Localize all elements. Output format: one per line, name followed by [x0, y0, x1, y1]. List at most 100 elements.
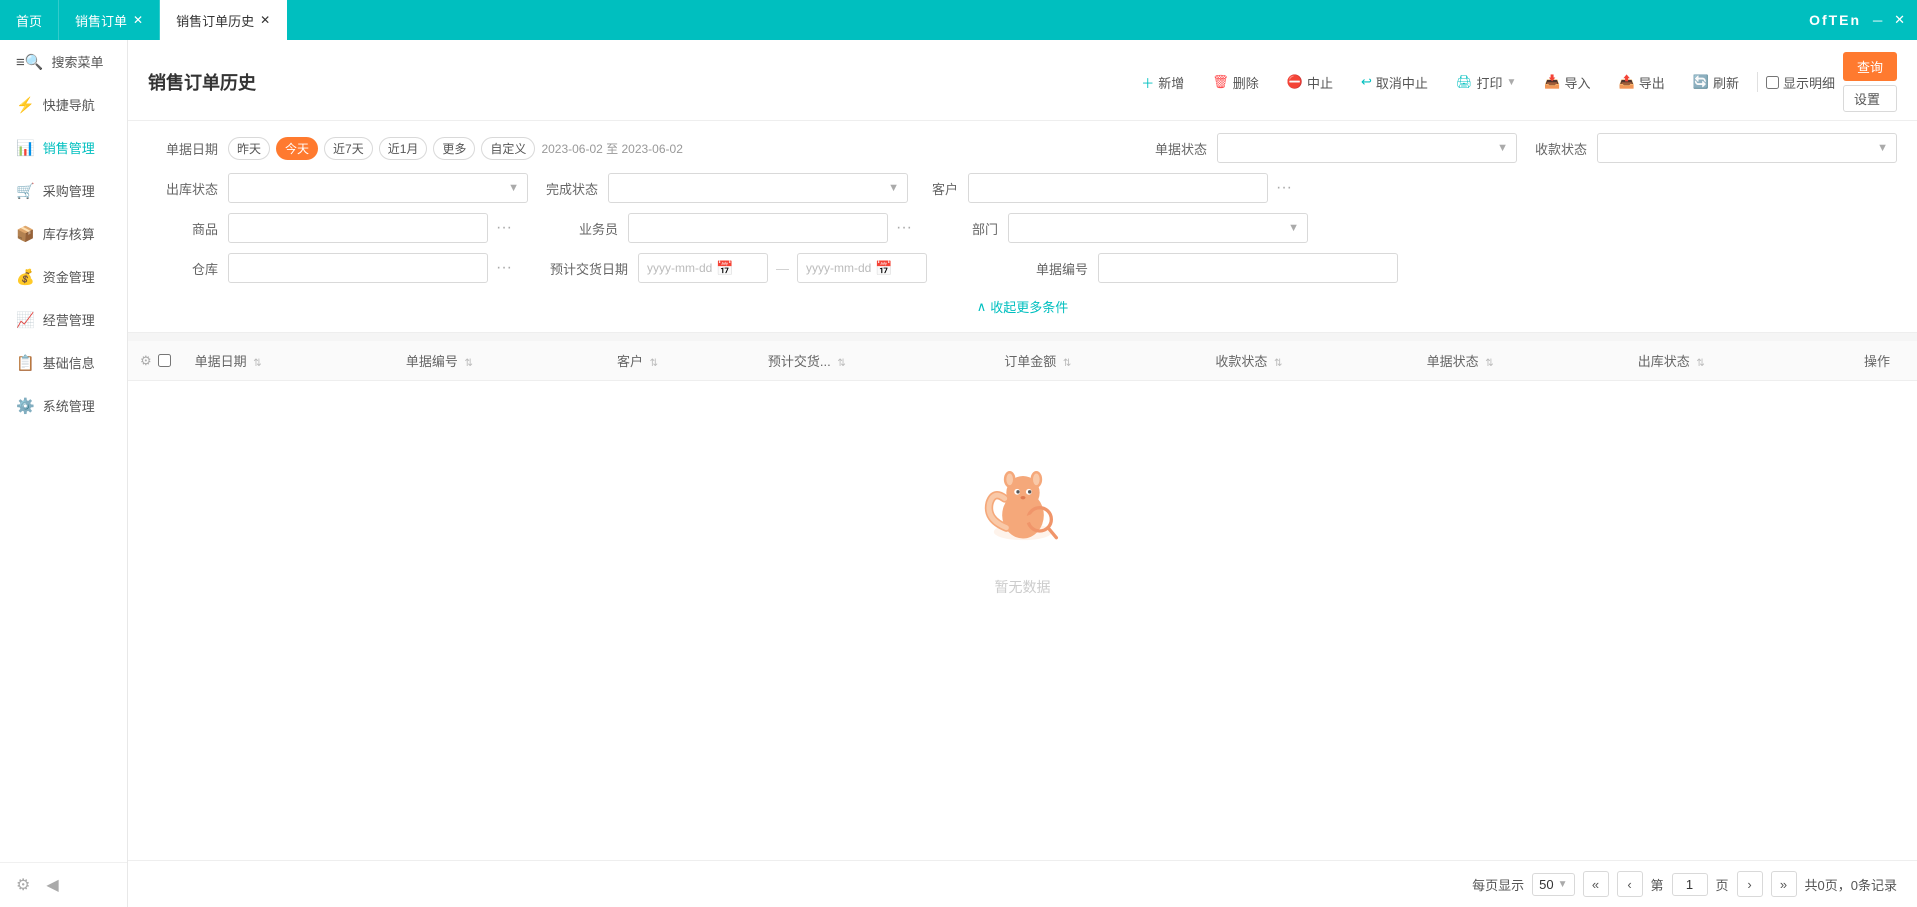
page-last-btn[interactable]: »: [1771, 871, 1797, 897]
refresh-label: 刷新: [1713, 73, 1739, 92]
page-prev-btn[interactable]: ‹: [1617, 871, 1643, 897]
stop-button[interactable]: ⛔ 中止: [1277, 68, 1343, 97]
sidebar-item-purchase[interactable]: 🛒 采购管理: [0, 169, 127, 212]
settings-bottom-icon[interactable]: ⚙: [16, 875, 30, 895]
sidebar-item-basic-info[interactable]: 📋 基础信息: [0, 341, 127, 384]
salesperson-input[interactable]: [628, 213, 888, 243]
toolbar-divider: [1757, 72, 1758, 92]
date-today-btn[interactable]: 今天: [276, 137, 318, 160]
goods-label: 商品: [148, 219, 228, 238]
import-button[interactable]: 📥 导入: [1534, 68, 1600, 97]
receipt-status-select[interactable]: ▼: [1597, 133, 1897, 163]
close-sales-order-icon[interactable]: ✕: [133, 14, 143, 26]
expected-sort-icon[interactable]: ⇅: [837, 358, 845, 369]
table-area: ⚙ 单据日期 ⇅ 单据编号 ⇅ 客户: [128, 341, 1917, 860]
top-bar: 首页 销售订单 ✕ 销售订单历史 ✕ OfTEn － ✕: [0, 0, 1917, 40]
export-button[interactable]: 📤 导出: [1609, 68, 1675, 97]
number-sort-icon[interactable]: ⇅: [464, 358, 472, 369]
content-area: 销售订单历史 ＋ 新增 🗑 删除 ⛔ 中止 ↩ 取消中止: [128, 40, 1917, 907]
page-size-select[interactable]: 50 ▼: [1532, 873, 1574, 896]
expected-date-start[interactable]: yyyy-mm-dd 📅: [638, 253, 768, 283]
print-dropdown-icon: ▼: [1506, 77, 1516, 88]
sales-icon: 📊: [16, 139, 35, 157]
close-sales-order-history-icon[interactable]: ✕: [260, 14, 270, 26]
sidebar-item-search[interactable]: ≡🔍 搜索菜单: [0, 40, 127, 83]
date-more-btn[interactable]: 更多: [433, 137, 475, 160]
sidebar-bottom: ⚙ ◀: [0, 862, 127, 907]
page-first-icon: «: [1592, 877, 1599, 892]
customer-sort-icon[interactable]: ⇅: [650, 358, 658, 369]
quicknav-icon: ⚡: [16, 96, 35, 114]
window-minimize-icon[interactable]: －: [1871, 11, 1884, 30]
checkbox-header: ⚙: [128, 341, 183, 381]
calendar-start-icon[interactable]: 📅: [716, 260, 733, 277]
tab-sales-order[interactable]: 销售订单 ✕: [59, 0, 160, 40]
delete-button[interactable]: 🗑 删除: [1202, 68, 1269, 97]
complete-select[interactable]: ▼: [608, 173, 908, 203]
doc-number-input[interactable]: [1098, 253, 1398, 283]
goods-input[interactable]: [228, 213, 488, 243]
date-custom-btn[interactable]: 自定义: [481, 137, 535, 160]
department-select[interactable]: ▼: [1008, 213, 1308, 243]
status-chevron-icon: ▼: [1497, 142, 1508, 154]
export-icon: 📤: [1619, 74, 1635, 90]
date-sort-icon[interactable]: ⇅: [253, 358, 261, 369]
expected-date-label: 预计交货日期: [548, 259, 638, 278]
refresh-icon: 🔄: [1693, 74, 1709, 90]
customer-more-icon[interactable]: ···: [1272, 179, 1296, 197]
purchase-icon: 🛒: [16, 182, 35, 200]
expected-date-end[interactable]: yyyy-mm-dd 📅: [797, 253, 927, 283]
sidebar-item-operations[interactable]: 📈 经营管理: [0, 298, 127, 341]
outbound-select[interactable]: ▼: [228, 173, 528, 203]
status-select[interactable]: ▼: [1217, 133, 1517, 163]
display-details-checkbox[interactable]: [1766, 76, 1779, 89]
page-next-btn[interactable]: ›: [1737, 871, 1763, 897]
filter-row-3: 商品 ··· 业务员 ··· 部门 ▼: [148, 213, 1897, 243]
tab-sales-order-history[interactable]: 销售订单历史 ✕: [160, 0, 287, 40]
calendar-end-icon[interactable]: 📅: [875, 260, 892, 277]
sidebar-item-sales[interactable]: 📊 销售管理: [0, 126, 127, 169]
refresh-button[interactable]: 🔄 刷新: [1683, 68, 1749, 97]
col-customer: 客户 ⇅: [605, 341, 756, 381]
sidebar-item-inventory[interactable]: 📦 库存核算: [0, 212, 127, 255]
page-number-input[interactable]: [1672, 873, 1708, 896]
sidebar-item-quicknav[interactable]: ⚡ 快捷导航: [0, 83, 127, 126]
stop-label: 中止: [1307, 73, 1333, 92]
customer-input[interactable]: [968, 173, 1268, 203]
col-doc-status-label: 单据状态: [1427, 354, 1479, 369]
doc-status-sort-icon[interactable]: ⇅: [1485, 358, 1493, 369]
window-close-icon[interactable]: ✕: [1894, 12, 1905, 28]
new-button[interactable]: ＋ 新增: [1131, 68, 1194, 97]
department-label: 部门: [948, 219, 1008, 238]
table-header-row: ⚙ 单据日期 ⇅ 单据编号 ⇅ 客户: [128, 341, 1917, 381]
sidebar-item-finance[interactable]: 💰 资金管理: [0, 255, 127, 298]
receipt-sort-icon[interactable]: ⇅: [1274, 358, 1282, 369]
settings-col-icon[interactable]: ⚙: [140, 353, 152, 369]
page-first-btn[interactable]: «: [1583, 871, 1609, 897]
delete-icon: 🗑: [1212, 74, 1229, 90]
warehouse-more-icon[interactable]: ···: [492, 259, 516, 277]
print-button[interactable]: 🖨 打印 ▼: [1446, 68, 1526, 97]
query-button[interactable]: 查询: [1843, 52, 1897, 81]
page-unit: 页: [1716, 875, 1729, 894]
date-placeholder-start: yyyy-mm-dd: [647, 261, 712, 275]
tab-home[interactable]: 首页: [0, 0, 59, 40]
collapse-bar[interactable]: ∧ 收起更多条件: [148, 293, 1897, 320]
warehouse-input[interactable]: [228, 253, 488, 283]
print-label: 打印: [1476, 73, 1502, 92]
receipt-status-label: 收款状态: [1517, 139, 1597, 158]
settings-filter-button[interactable]: 设置: [1843, 85, 1897, 112]
salesperson-more-icon[interactable]: ···: [892, 219, 916, 237]
date-7days-btn[interactable]: 近7天: [324, 137, 373, 160]
goods-more-icon[interactable]: ···: [492, 219, 516, 237]
sidebar-item-system[interactable]: ⚙️ 系统管理: [0, 384, 127, 427]
outbound-sort-icon[interactable]: ⇅: [1696, 358, 1704, 369]
select-all-checkbox[interactable]: [158, 354, 171, 367]
amount-sort-icon[interactable]: ⇅: [1063, 358, 1071, 369]
import-label: 导入: [1565, 73, 1591, 92]
filter-row-1: 单据日期 昨天 今天 近7天 近1月 更多 自定义 2023-06-02 至 2…: [148, 133, 1897, 163]
collapse-sidebar-icon[interactable]: ◀: [46, 875, 58, 895]
date-yesterday-btn[interactable]: 昨天: [228, 137, 270, 160]
cancel-stop-button[interactable]: ↩ 取消中止: [1351, 68, 1438, 97]
date-1month-btn[interactable]: 近1月: [379, 137, 428, 160]
